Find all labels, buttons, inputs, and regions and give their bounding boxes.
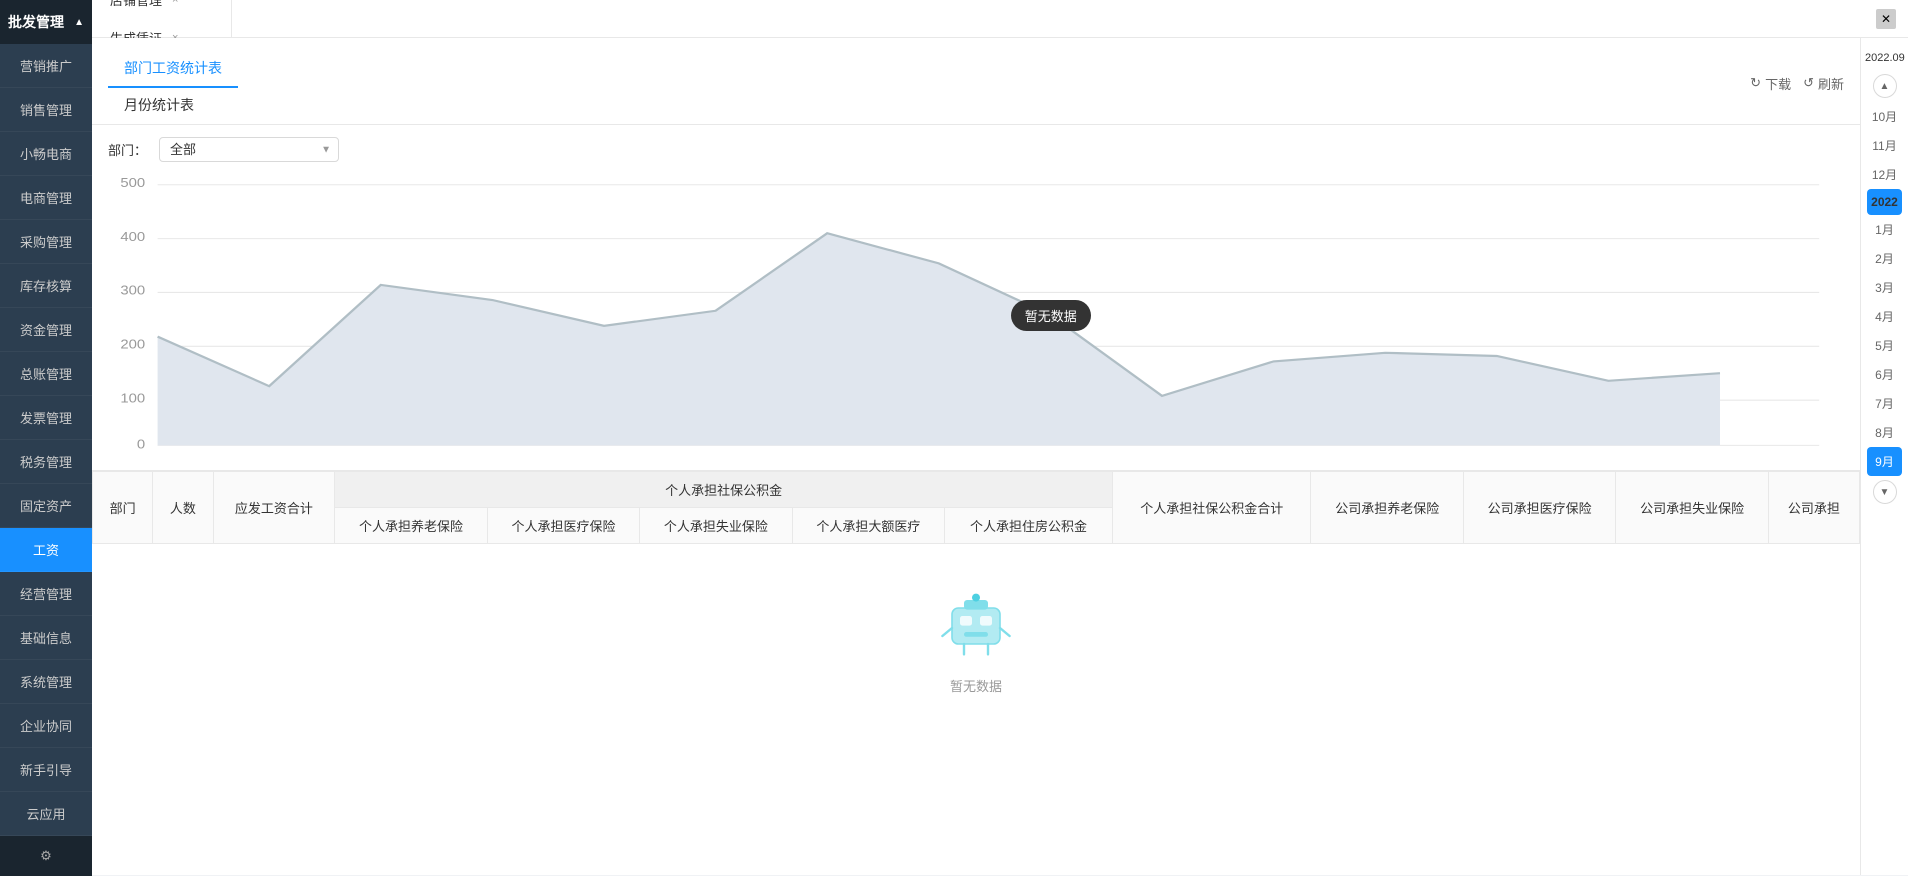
timeline-item-4月[interactable]: 4月 — [1867, 302, 1902, 331]
svg-text:0: 0 — [137, 437, 146, 452]
chart-svg: 500 400 300 200 100 0 — [108, 174, 1844, 454]
col-social-total: 个人承担社保公积金合计 — [1112, 472, 1311, 544]
chart-no-data-tooltip: 暂无数据 — [1011, 300, 1091, 331]
col-group-personal: 个人承担社保公积金 — [335, 472, 1113, 508]
timeline-item-6月[interactable]: 6月 — [1867, 360, 1902, 389]
sidebar: 批发管理 ▲ 营销推广销售管理小畅电商电商管理采购管理库存核算资金管理总账管理发… — [0, 0, 92, 875]
close-window-button[interactable]: ✕ — [1876, 9, 1896, 29]
tab-close-icon[interactable]: × — [172, 0, 178, 6]
timeline-item-10月[interactable]: 10月 — [1867, 102, 1902, 131]
col-wage: 应发工资合计 — [213, 472, 335, 544]
empty-text: 暂无数据 — [950, 676, 1002, 695]
tab-label: 店铺管理 — [110, 0, 162, 9]
timeline-down-nav[interactable]: ▼ — [1873, 480, 1897, 504]
svg-text:500: 500 — [120, 175, 145, 190]
sidebar-items-container: 营销推广销售管理小畅电商电商管理采购管理库存核算资金管理总账管理发票管理税务管理… — [0, 44, 92, 836]
tab-bar-right: ✕ — [1876, 9, 1904, 29]
svg-text:200: 200 — [120, 336, 145, 351]
data-table: 部门 人数 应发工资合计 个人承担社保公积金 个人承担社保公积金合计 公司承担养… — [92, 471, 1860, 544]
col-comp-pension: 公司承担养老保险 — [1311, 472, 1463, 544]
timeline-item-2月[interactable]: 2月 — [1867, 244, 1902, 273]
timeline-item-5月[interactable]: 5月 — [1867, 331, 1902, 360]
svg-text:400: 400 — [120, 229, 145, 244]
col-dept: 部门 — [93, 472, 153, 544]
download-button[interactable]: ↻ 下载 — [1750, 74, 1791, 93]
dept-select[interactable]: 全部 — [159, 137, 339, 162]
svg-text:300: 300 — [120, 283, 145, 298]
sidebar-item-营销推广[interactable]: 营销推广 — [0, 44, 92, 88]
timeline-up-nav[interactable]: ▲ — [1873, 74, 1897, 98]
table-header-group-row: 部门 人数 应发工资合计 个人承担社保公积金 个人承担社保公积金合计 公司承担养… — [93, 472, 1860, 508]
timeline-item-2022[interactable]: 2022 — [1867, 189, 1902, 215]
timeline-year-label: 2022.09 — [1861, 46, 1908, 70]
empty-state: 暂无数据 — [92, 544, 1860, 735]
sidebar-item-资金管理[interactable]: 资金管理 — [0, 308, 92, 352]
col-medical: 个人承担医疗保险 — [487, 508, 639, 544]
sidebar-item-发票管理[interactable]: 发票管理 — [0, 396, 92, 440]
main-area: 首页门店商品目录×销售单×店铺管理×生成凭证×应收应付调整单×工资表×工资统计报… — [92, 0, 1908, 875]
col-pension: 个人承担养老保险 — [335, 508, 487, 544]
sub-tab-部门工资统计表[interactable]: 部门工资统计表 — [108, 50, 238, 88]
sidebar-item-税务管理[interactable]: 税务管理 — [0, 440, 92, 484]
sidebar-title: 批发管理 — [8, 12, 64, 32]
timeline-items-container: 10月11月12月20221月2月3月4月5月6月7月8月9月 — [1867, 102, 1902, 476]
tab-bar: 首页门店商品目录×销售单×店铺管理×生成凭证×应收应付调整单×工资表×工资统计报… — [92, 0, 1908, 38]
sub-tab-bar: 部门工资统计表月份统计表 ↻ 下载 ↺ 刷新 — [92, 38, 1860, 125]
col-comp-unemployment: 公司承担失业保险 — [1616, 472, 1768, 544]
chart-container: 500 400 300 200 100 0 — [108, 174, 1844, 454]
table-area[interactable]: 部门 人数 应发工资合计 个人承担社保公积金 个人承担社保公积金合计 公司承担养… — [92, 470, 1860, 875]
sub-tab-actions: ↻ 下载 ↺ 刷新 — [1750, 74, 1844, 101]
sidebar-item-固定资产[interactable]: 固定资产 — [0, 484, 92, 528]
refresh-button[interactable]: ↺ 刷新 — [1803, 74, 1844, 93]
tab-店铺管理[interactable]: 店铺管理 × — [96, 0, 232, 19]
settings-icon: ⚙ — [40, 848, 52, 863]
sidebar-item-新手引导[interactable]: 新手引导 — [0, 748, 92, 792]
sidebar-item-基础信息[interactable]: 基础信息 — [0, 616, 92, 660]
filter-row: 部门： 全部 — [92, 125, 1860, 174]
sidebar-item-经营管理[interactable]: 经营管理 — [0, 572, 92, 616]
sidebar-item-总账管理[interactable]: 总账管理 — [0, 352, 92, 396]
sidebar-item-云应用[interactable]: 云应用 — [0, 792, 92, 836]
timeline-item-11月[interactable]: 11月 — [1867, 131, 1902, 160]
sidebar-arrow-icon: ▲ — [74, 17, 84, 28]
dept-select-wrapper: 全部 — [159, 137, 339, 162]
timeline-item-3月[interactable]: 3月 — [1867, 273, 1902, 302]
sidebar-item-系统管理[interactable]: 系统管理 — [0, 660, 92, 704]
timeline-item-8月[interactable]: 8月 — [1867, 418, 1902, 447]
sidebar-footer[interactable]: ⚙ — [0, 836, 92, 876]
refresh-icon: ↺ — [1803, 75, 1814, 91]
col-unemployment: 个人承担失业保险 — [640, 508, 792, 544]
col-housing: 个人承担住房公积金 — [945, 508, 1113, 544]
sub-tabs: 部门工资统计表月份统计表 — [108, 50, 238, 124]
sidebar-item-电商管理[interactable]: 电商管理 — [0, 176, 92, 220]
refresh-label: 刷新 — [1818, 74, 1844, 93]
filter-label: 部门： — [108, 140, 147, 159]
sub-tab-items: 部门工资统计表月份统计表 — [108, 50, 238, 124]
chart-area: 500 400 300 200 100 0 — [92, 174, 1860, 470]
col-comp-medical: 公司承担医疗保险 — [1463, 472, 1615, 544]
sidebar-item-企业协同[interactable]: 企业协同 — [0, 704, 92, 748]
download-label: 下载 — [1765, 74, 1791, 93]
timeline-panel: 2022.09 ▲ 10月11月12月20221月2月3月4月5月6月7月8月9… — [1860, 38, 1908, 875]
timeline-item-12月[interactable]: 12月 — [1867, 160, 1902, 189]
download-icon: ↻ — [1750, 75, 1761, 91]
page-content: 部门工资统计表月份统计表 ↻ 下载 ↺ 刷新 — [92, 38, 1860, 875]
sidebar-header[interactable]: 批发管理 ▲ — [0, 0, 92, 44]
main-content: 部门工资统计表月份统计表 ↻ 下载 ↺ 刷新 — [92, 38, 1860, 875]
sidebar-item-销售管理[interactable]: 销售管理 — [0, 88, 92, 132]
timeline-item-7月[interactable]: 7月 — [1867, 389, 1902, 418]
svg-text:100: 100 — [120, 390, 145, 405]
sidebar-item-工资[interactable]: 工资 — [0, 528, 92, 572]
col-count: 人数 — [153, 472, 213, 544]
sidebar-item-库存核算[interactable]: 库存核算 — [0, 264, 92, 308]
sidebar-item-小畅电商[interactable]: 小畅电商 — [0, 132, 92, 176]
empty-icon — [936, 584, 1016, 664]
timeline-item-1月[interactable]: 1月 — [1867, 215, 1902, 244]
content-wrapper: 部门工资统计表月份统计表 ↻ 下载 ↺ 刷新 — [92, 38, 1908, 875]
timeline-item-9月[interactable]: 9月 — [1867, 447, 1902, 476]
col-comp-other: 公司承担 — [1768, 472, 1859, 544]
col-big-medical: 个人承担大额医疗 — [792, 508, 944, 544]
sub-tab-月份统计表[interactable]: 月份统计表 — [108, 87, 238, 125]
sidebar-item-采购管理[interactable]: 采购管理 — [0, 220, 92, 264]
